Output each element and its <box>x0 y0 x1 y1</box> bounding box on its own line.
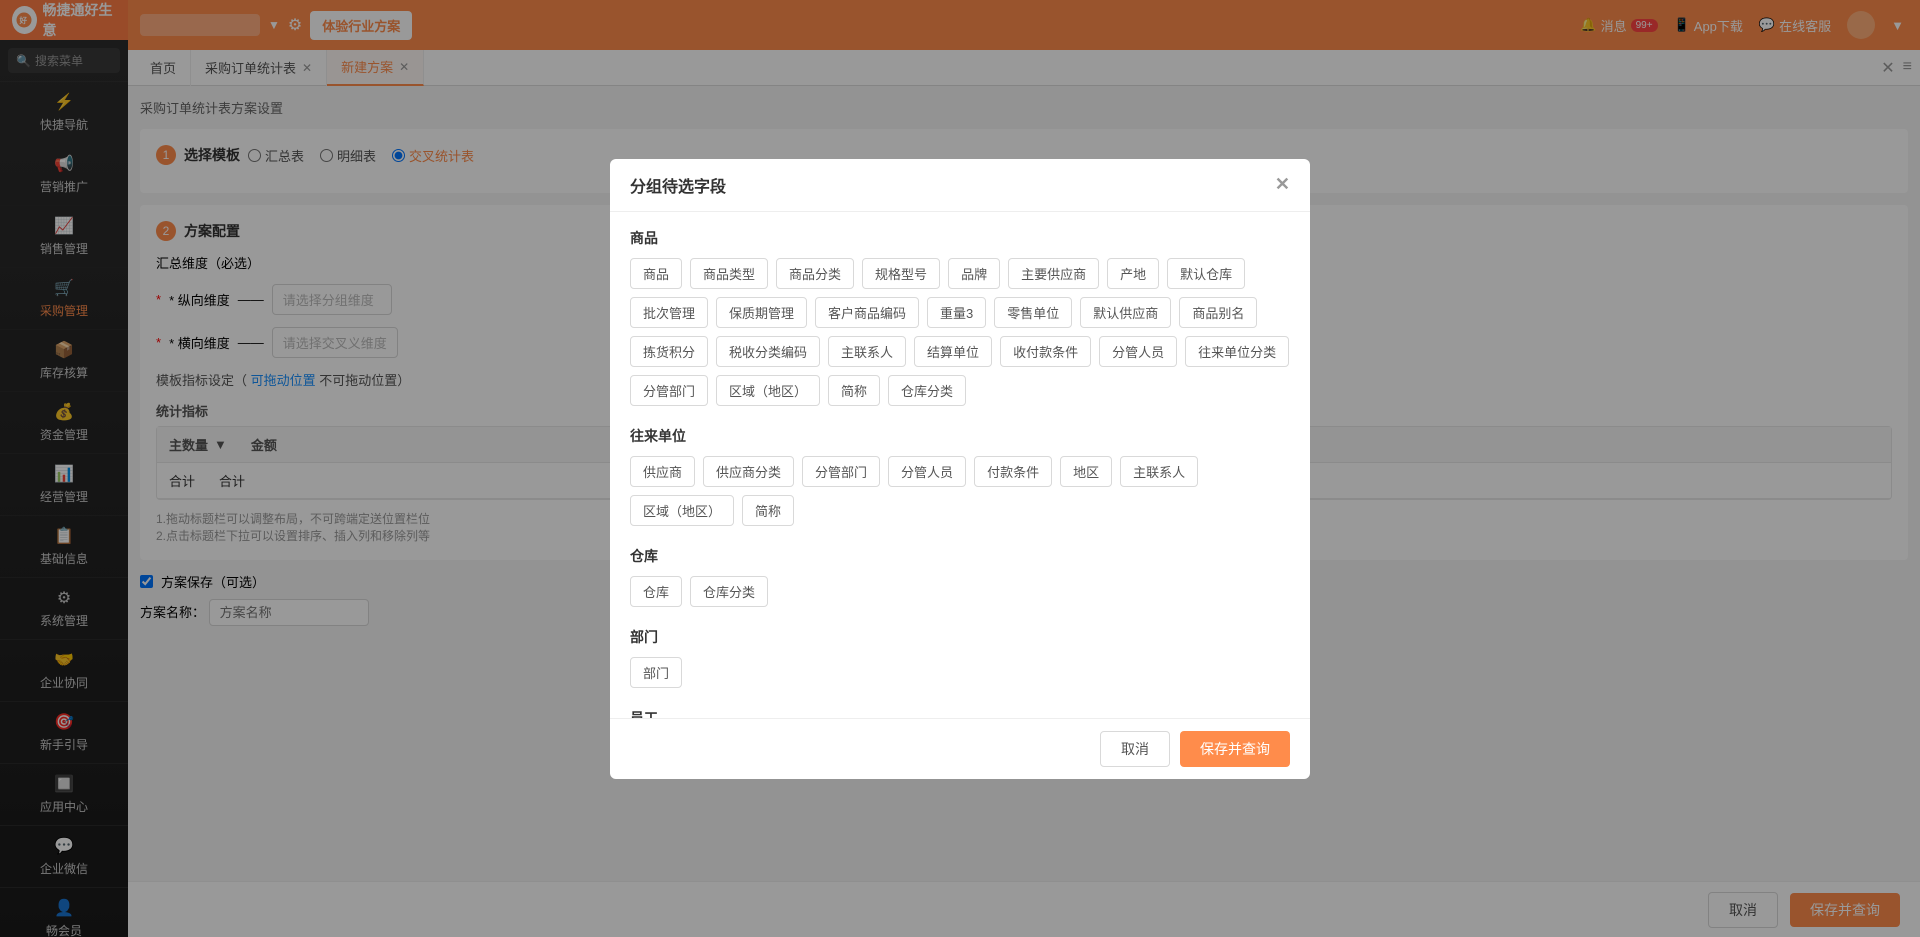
tag-origin[interactable]: 产地 <box>1107 258 1159 289</box>
tag-region-goods[interactable]: 区域（地区） <box>716 375 820 406</box>
section-dept: 部门 部门 <box>630 627 1290 688</box>
section-goods-tags: 商品 商品类型 商品分类 规格型号 品牌 主要供应商 产地 默认仓库 批次管理 … <box>630 258 1290 406</box>
section-staff-title: 员工 <box>630 708 1290 718</box>
tag-supplier-cat[interactable]: 供应商分类 <box>703 456 794 487</box>
section-goods: 商品 商品 商品类型 商品分类 规格型号 品牌 主要供应商 产地 默认仓库 批次… <box>630 228 1290 406</box>
tag-customer-category[interactable]: 往来单位分类 <box>1185 336 1289 367</box>
modal-title: 分组待选字段 <box>630 173 726 197</box>
modal-overlay: 分组待选字段 ✕ 商品 商品 商品类型 商品分类 规格型号 品牌 主要供应商 产… <box>0 0 1920 937</box>
tag-spec-model[interactable]: 规格型号 <box>862 258 940 289</box>
section-warehouse: 仓库 仓库 仓库分类 <box>630 546 1290 607</box>
section-contacts-tags: 供应商 供应商分类 分管部门 分管人员 付款条件 地区 主联系人 区域（地区） … <box>630 456 1290 526</box>
section-dept-title: 部门 <box>630 627 1290 647</box>
tag-retail-unit[interactable]: 零售单位 <box>994 297 1072 328</box>
tag-default-warehouse[interactable]: 默认仓库 <box>1167 258 1245 289</box>
modal-footer: 取消 保存并查询 <box>610 718 1310 779</box>
tag-pick-score[interactable]: 拣货积分 <box>630 336 708 367</box>
tag-charge-person[interactable]: 分管人员 <box>1099 336 1177 367</box>
modal-cancel-btn[interactable]: 取消 <box>1100 731 1170 767</box>
tag-tax-code[interactable]: 税收分类编码 <box>716 336 820 367</box>
section-contacts-title: 往来单位 <box>630 426 1290 446</box>
tag-goods[interactable]: 商品 <box>630 258 682 289</box>
tag-expiry-mgmt[interactable]: 保质期管理 <box>716 297 807 328</box>
tag-batch-mgmt[interactable]: 批次管理 <box>630 297 708 328</box>
tag-dept-contacts[interactable]: 分管部门 <box>802 456 880 487</box>
tag-payment-terms[interactable]: 收付款条件 <box>1000 336 1091 367</box>
section-contacts: 往来单位 供应商 供应商分类 分管部门 分管人员 付款条件 地区 主联系人 区域… <box>630 426 1290 526</box>
tag-short-name-goods[interactable]: 简称 <box>828 375 880 406</box>
tag-main-contact[interactable]: 主联系人 <box>828 336 906 367</box>
modal-confirm-btn[interactable]: 保存并查询 <box>1180 731 1290 767</box>
tag-short-name-contacts[interactable]: 简称 <box>742 495 794 526</box>
tag-main-supplier[interactable]: 主要供应商 <box>1008 258 1099 289</box>
section-warehouse-tags: 仓库 仓库分类 <box>630 576 1290 607</box>
tag-goods-type[interactable]: 商品类型 <box>690 258 768 289</box>
tag-pay-terms[interactable]: 付款条件 <box>974 456 1052 487</box>
tag-dept[interactable]: 部门 <box>630 657 682 688</box>
tag-weight3[interactable]: 重量3 <box>927 297 986 328</box>
tag-person-contacts[interactable]: 分管人员 <box>888 456 966 487</box>
tag-brand[interactable]: 品牌 <box>948 258 1000 289</box>
tag-dept-charge[interactable]: 分管部门 <box>630 375 708 406</box>
modal-close-icon[interactable]: ✕ <box>1275 174 1290 195</box>
tag-warehouse-category[interactable]: 仓库分类 <box>690 576 768 607</box>
tag-warehouse[interactable]: 仓库 <box>630 576 682 607</box>
modal-body[interactable]: 商品 商品 商品类型 商品分类 规格型号 品牌 主要供应商 产地 默认仓库 批次… <box>610 212 1310 718</box>
tag-supplier[interactable]: 供应商 <box>630 456 695 487</box>
section-goods-title: 商品 <box>630 228 1290 248</box>
section-staff: 员工 业务员 <box>630 708 1290 718</box>
tag-goods-category[interactable]: 商品分类 <box>776 258 854 289</box>
tag-region-contacts[interactable]: 地区 <box>1060 456 1112 487</box>
tag-customer-code[interactable]: 客户商品编码 <box>815 297 919 328</box>
tag-settlement-unit[interactable]: 结算单位 <box>914 336 992 367</box>
tag-goods-alias[interactable]: 商品别名 <box>1179 297 1257 328</box>
modal-header: 分组待选字段 ✕ <box>610 159 1310 212</box>
section-dept-tags: 部门 <box>630 657 1290 688</box>
tag-main-contact2[interactable]: 主联系人 <box>1120 456 1198 487</box>
tag-region2[interactable]: 区域（地区） <box>630 495 734 526</box>
section-warehouse-title: 仓库 <box>630 546 1290 566</box>
tag-warehouse-cat[interactable]: 仓库分类 <box>888 375 966 406</box>
tag-default-supplier[interactable]: 默认供应商 <box>1080 297 1171 328</box>
field-select-modal: 分组待选字段 ✕ 商品 商品 商品类型 商品分类 规格型号 品牌 主要供应商 产… <box>610 159 1310 779</box>
